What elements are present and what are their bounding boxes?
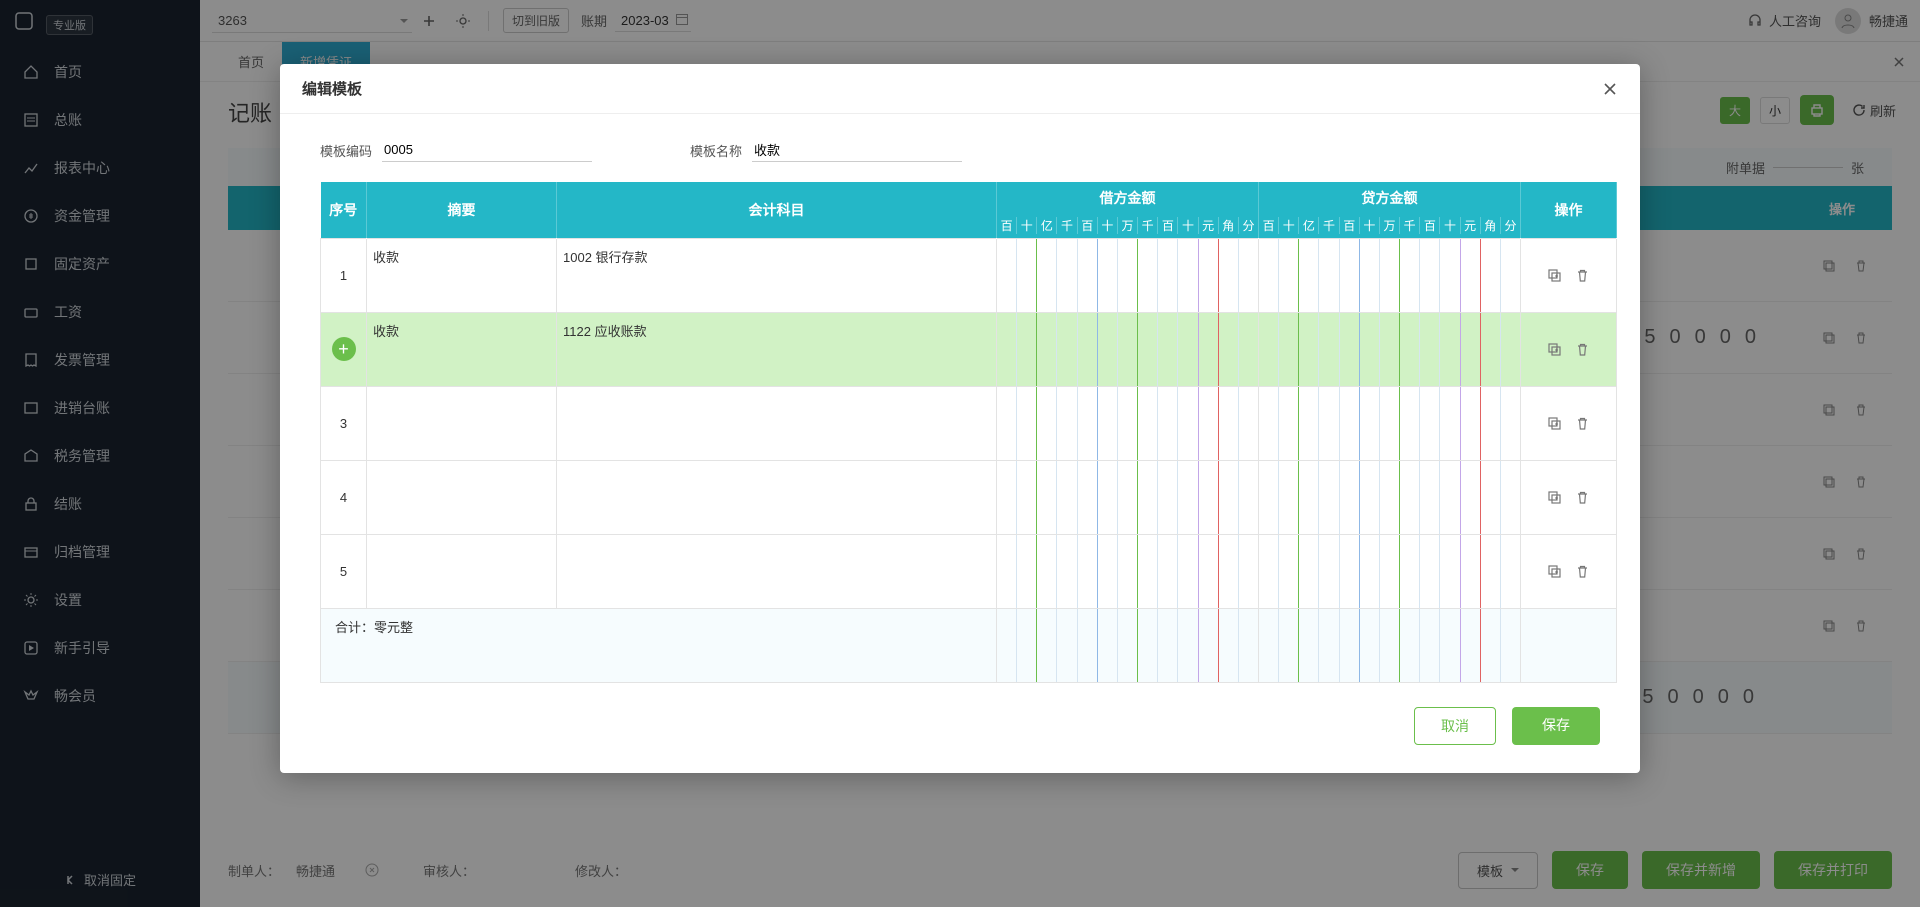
delete-row-button[interactable] — [1572, 264, 1594, 286]
template-name-input[interactable] — [752, 138, 962, 162]
unit-header-cell: 元 — [1461, 217, 1481, 234]
unit-header-cell: 万 — [1380, 217, 1400, 234]
template-table: 序号 摘要 会计科目 借方金额 贷方金额 操作 百十亿千百十万千百十元角分 百十… — [320, 182, 1617, 683]
template-row[interactable]: 1收款1002 银行存款 — [321, 238, 1617, 312]
unit-header-cell: 亿 — [1299, 217, 1319, 234]
copy-row-button[interactable] — [1544, 412, 1566, 434]
op-cell — [1521, 386, 1617, 460]
op-cell — [1521, 238, 1617, 312]
template-code-label: 模板编码 — [320, 141, 372, 160]
seq-cell: 4 — [321, 460, 367, 534]
subject-cell[interactable]: 1122 应收账款 — [557, 312, 997, 386]
debit-cell[interactable] — [997, 312, 1259, 386]
unit-header-cell: 元 — [1199, 217, 1219, 234]
modal-header: 编辑模板 — [280, 64, 1640, 114]
total-debit-cell — [997, 608, 1259, 682]
save-button[interactable]: 保存 — [1512, 707, 1600, 745]
delete-row-button[interactable] — [1572, 338, 1594, 360]
debit-cell[interactable] — [997, 460, 1259, 534]
add-row-button[interactable]: + — [332, 337, 356, 361]
copy-row-button[interactable] — [1544, 560, 1566, 582]
unit-header-cell: 十 — [1360, 217, 1380, 234]
template-row[interactable]: 5 — [321, 534, 1617, 608]
debit-cell[interactable] — [997, 386, 1259, 460]
unit-header-cell: 百 — [1158, 217, 1178, 234]
summary-cell[interactable]: 收款 — [367, 238, 557, 312]
unit-header-cell: 分 — [1239, 217, 1258, 234]
unit-header-cell: 十 — [1440, 217, 1460, 234]
delete-row-button[interactable] — [1572, 560, 1594, 582]
subject-cell[interactable]: 1002 银行存款 — [557, 238, 997, 312]
subject-cell[interactable] — [557, 460, 997, 534]
template-code-input[interactable] — [382, 138, 592, 162]
unit-header-cell: 千 — [1400, 217, 1420, 234]
th-debit-units: 百十亿千百十万千百十元角分 — [997, 214, 1259, 238]
unit-header-cell: 角 — [1219, 217, 1239, 234]
template-row[interactable]: + 收款1122 应收账款 — [321, 312, 1617, 386]
template-name-label: 模板名称 — [690, 141, 742, 160]
modal-footer: 取消 保存 — [280, 683, 1640, 773]
credit-cell[interactable] — [1259, 238, 1521, 312]
template-row[interactable]: 3 — [321, 386, 1617, 460]
unit-header-cell: 十 — [1017, 217, 1037, 234]
total-label: 合计：零元整 — [321, 608, 997, 682]
unit-header-cell: 十 — [1178, 217, 1198, 234]
unit-header-cell: 角 — [1481, 217, 1501, 234]
seq-cell: 5 — [321, 534, 367, 608]
total-op-cell — [1521, 608, 1617, 682]
credit-cell[interactable] — [1259, 312, 1521, 386]
th-seq: 序号 — [321, 182, 367, 238]
unit-header-cell: 十 — [1279, 217, 1299, 234]
unit-header-cell: 分 — [1501, 217, 1520, 234]
op-cell — [1521, 312, 1617, 386]
copy-row-button[interactable] — [1544, 486, 1566, 508]
unit-header-cell: 万 — [1118, 217, 1138, 234]
unit-header-cell: 百 — [997, 217, 1017, 234]
credit-cell[interactable] — [1259, 534, 1521, 608]
unit-header-cell: 千 — [1138, 217, 1158, 234]
unit-header-cell: 千 — [1319, 217, 1339, 234]
modal-title: 编辑模板 — [302, 78, 362, 99]
debit-cell[interactable] — [997, 238, 1259, 312]
copy-row-button[interactable] — [1544, 264, 1566, 286]
delete-row-button[interactable] — [1572, 412, 1594, 434]
credit-cell[interactable] — [1259, 460, 1521, 534]
op-cell — [1521, 460, 1617, 534]
template-row[interactable]: 4 — [321, 460, 1617, 534]
summary-cell[interactable] — [367, 386, 557, 460]
unit-header-cell: 百 — [1340, 217, 1360, 234]
th-debit: 借方金额 — [997, 182, 1259, 214]
summary-cell[interactable] — [367, 534, 557, 608]
subject-cell[interactable] — [557, 386, 997, 460]
subject-cell[interactable] — [557, 534, 997, 608]
unit-header-cell: 亿 — [1037, 217, 1057, 234]
modal-close-button[interactable] — [1602, 81, 1618, 97]
unit-header-cell: 十 — [1098, 217, 1118, 234]
unit-header-cell: 百 — [1259, 217, 1279, 234]
cancel-button[interactable]: 取消 — [1414, 707, 1496, 745]
unit-header-cell: 千 — [1057, 217, 1077, 234]
unit-header-cell: 百 — [1420, 217, 1440, 234]
credit-cell[interactable] — [1259, 386, 1521, 460]
summary-cell[interactable]: 收款 — [367, 312, 557, 386]
debit-cell[interactable] — [997, 534, 1259, 608]
th-subject: 会计科目 — [557, 182, 997, 238]
op-cell — [1521, 534, 1617, 608]
delete-row-button[interactable] — [1572, 486, 1594, 508]
copy-row-button[interactable] — [1544, 338, 1566, 360]
summary-cell[interactable] — [367, 460, 557, 534]
seq-cell: 3 — [321, 386, 367, 460]
th-op: 操作 — [1521, 182, 1617, 238]
total-credit-cell — [1259, 608, 1521, 682]
unit-header-cell: 百 — [1078, 217, 1098, 234]
seq-cell: 1 — [321, 238, 367, 312]
seq-cell: + — [321, 312, 367, 386]
th-credit: 贷方金额 — [1259, 182, 1521, 214]
th-credit-units: 百十亿千百十万千百十元角分 — [1259, 214, 1521, 238]
th-summary: 摘要 — [367, 182, 557, 238]
edit-template-modal: 编辑模板 模板编码 模板名称 序号 摘要 会计科目 借方金额 — [280, 64, 1640, 773]
modal-form-row: 模板编码 模板名称 — [280, 114, 1640, 172]
